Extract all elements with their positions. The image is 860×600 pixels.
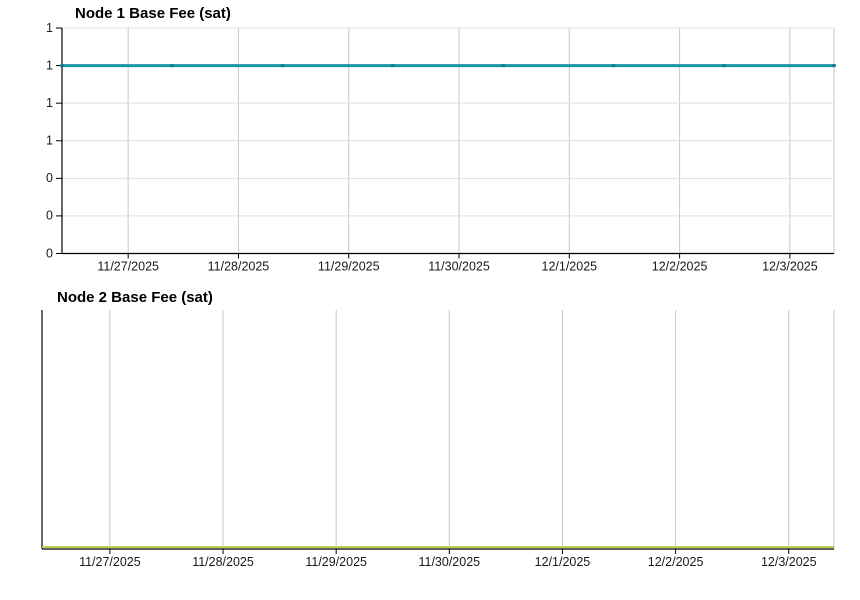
- series-marker: [170, 64, 175, 68]
- y-tick-label: 0: [46, 246, 53, 260]
- y-tick-label: 1: [46, 21, 53, 35]
- x-tick-label: 11/29/2025: [318, 259, 380, 273]
- x-tick-label: 11/27/2025: [97, 259, 159, 273]
- x-tick-label: 11/30/2025: [428, 259, 490, 273]
- series-marker: [501, 64, 506, 68]
- y-tick-label: 1: [46, 134, 53, 148]
- charts-page: Node 1 Base Fee (sat) Node 2 Base Fee (s…: [0, 0, 860, 600]
- x-tick-label: 11/28/2025: [192, 555, 254, 569]
- x-tick-label: 12/2/2025: [648, 555, 704, 569]
- x-tick-label: 12/3/2025: [762, 259, 818, 273]
- y-tick-label: 0: [46, 171, 53, 185]
- series-marker: [60, 64, 64, 68]
- charts-canvas: 11/27/2025 11/28/2025 11/29/2025 11/30/2025…: [41, 21, 836, 569]
- x-tick-label: 11/28/2025: [208, 259, 270, 273]
- x-tick-label: 11/27/2025: [79, 555, 141, 569]
- x-tick-label: 12/3/2025: [761, 555, 817, 569]
- x-tick-label: 12/1/2025: [542, 259, 598, 273]
- series-marker: [390, 64, 395, 68]
- x-tick-label: 12/1/2025: [535, 555, 591, 569]
- y-tick-label: 1: [46, 96, 53, 110]
- series-marker: [721, 64, 726, 68]
- y-tick-label: 1: [46, 58, 53, 72]
- x-tick-label: 11/30/2025: [418, 555, 480, 569]
- x-tick-label: 12/2/2025: [652, 259, 708, 273]
- y-tick-label: 0: [46, 209, 53, 223]
- series-marker: [832, 64, 836, 68]
- x-tick-label: 11/29/2025: [305, 555, 367, 569]
- series-marker: [611, 64, 616, 68]
- series-marker: [280, 64, 285, 68]
